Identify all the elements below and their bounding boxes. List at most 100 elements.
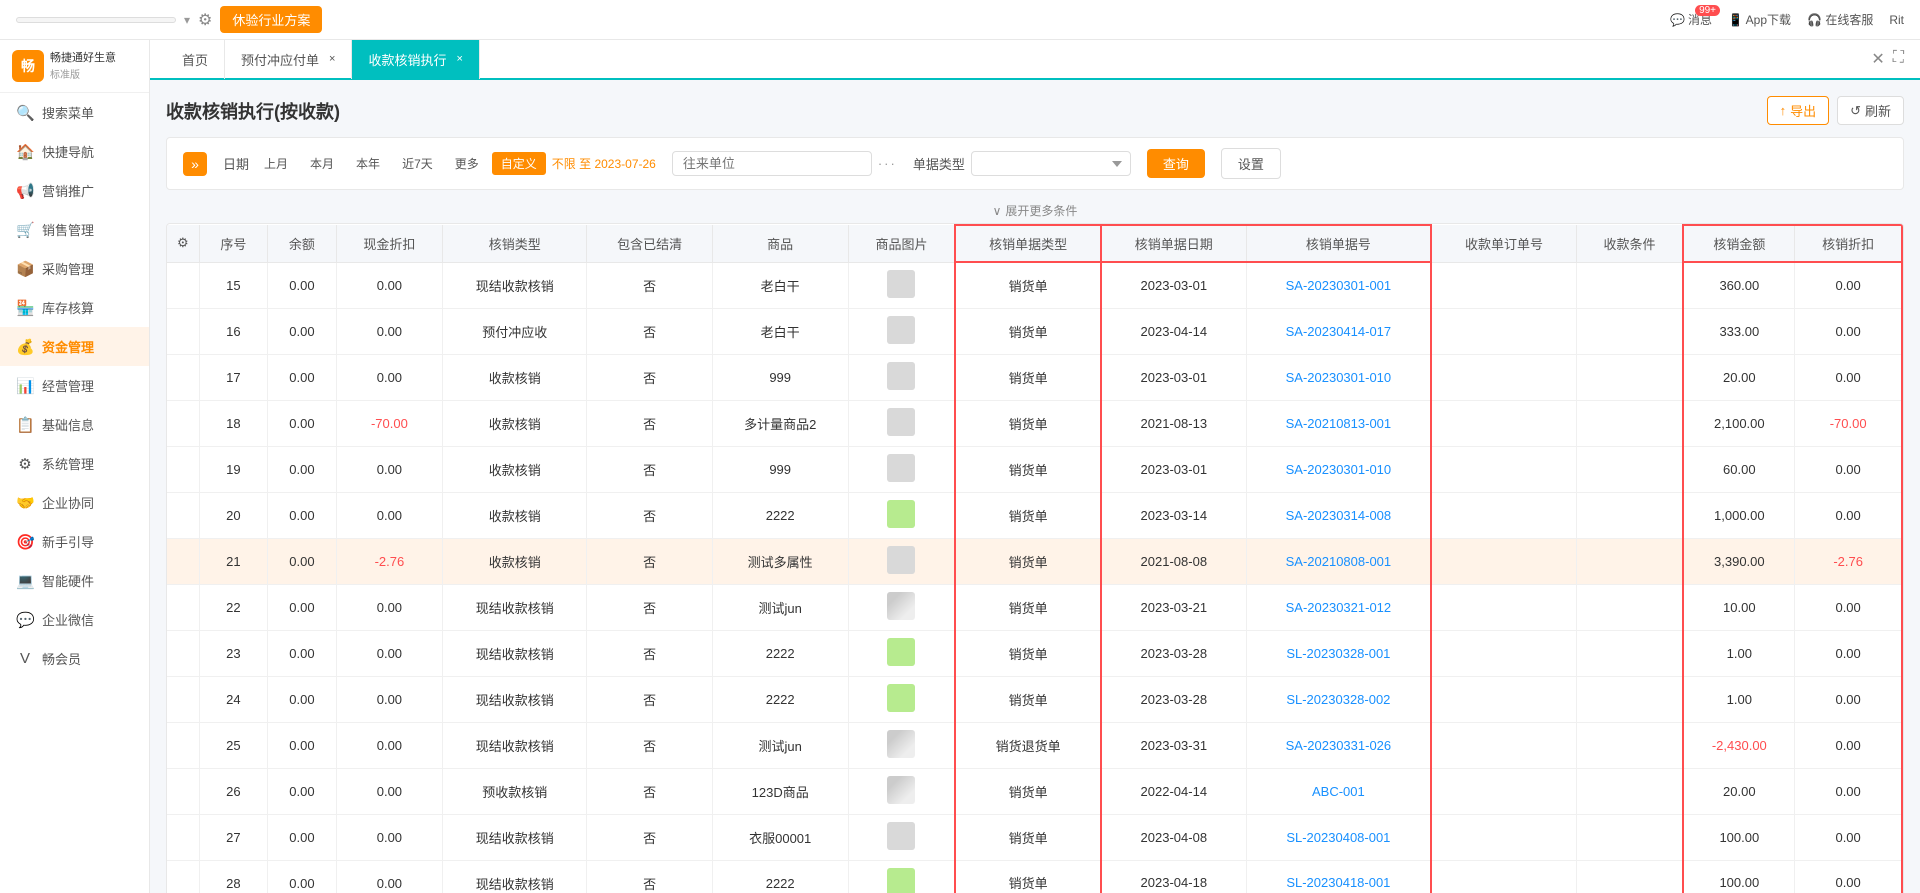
sidebar-item-10[interactable]: 🤝企业协同 bbox=[0, 483, 149, 522]
cell-receipt-condition bbox=[1576, 262, 1683, 308]
partner-input[interactable] bbox=[672, 151, 872, 176]
tab-writeoff-label: 收款核销执行 bbox=[368, 50, 446, 69]
writeoff-no-link[interactable]: SA-20230301-010 bbox=[1286, 370, 1392, 385]
writeoff-no-link[interactable]: SA-20230321-012 bbox=[1286, 600, 1392, 615]
message-btn[interactable]: 💬 消息 99+ bbox=[1670, 11, 1712, 28]
sidebar-icon-1: 🏠 bbox=[16, 143, 34, 161]
sidebar-item-6[interactable]: 💰资金管理 bbox=[0, 327, 149, 366]
sidebar-icon-0: 🔍 bbox=[16, 104, 34, 122]
sidebar-item-9[interactable]: ⚙系统管理 bbox=[0, 444, 149, 483]
cell-cash-discount: 0.00 bbox=[336, 446, 442, 492]
sidebar-item-3[interactable]: 🛒销售管理 bbox=[0, 210, 149, 249]
sidebar-icon-11: 🎯 bbox=[16, 533, 34, 551]
date-opt-more[interactable]: 更多 bbox=[446, 152, 488, 175]
writeoff-no-link[interactable]: SA-20230301-001 bbox=[1286, 278, 1392, 293]
expand-conditions-bar[interactable]: ∨ 展开更多条件 bbox=[166, 198, 1904, 223]
cell-writeoff-voucher-type: 销货单 bbox=[955, 768, 1101, 814]
industry-btn[interactable]: 休验行业方案 bbox=[220, 6, 322, 33]
cell-writeoff-discount: 0.00 bbox=[1795, 768, 1902, 814]
writeoff-no-link[interactable]: SA-20230301-010 bbox=[1286, 462, 1392, 477]
sidebar-item-12[interactable]: 💻智能硬件 bbox=[0, 561, 149, 600]
writeoff-no-link[interactable]: SA-20230414-017 bbox=[1286, 324, 1392, 339]
app-download-btn[interactable]: 📱 App下载 bbox=[1728, 11, 1791, 28]
sidebar-item-4[interactable]: 📦采购管理 bbox=[0, 249, 149, 288]
cell-balance: 0.00 bbox=[268, 308, 337, 354]
close-window-icon[interactable]: ✕ bbox=[1871, 49, 1884, 69]
table-row: 25 0.00 0.00 现结收款核销 否 测试jun 销货退货单 2023-0… bbox=[167, 722, 1902, 768]
writeoff-no-link[interactable]: SL-20230328-001 bbox=[1286, 646, 1390, 661]
table-row: 19 0.00 0.00 收款核销 否 999 销货单 2023-03-01 S… bbox=[167, 446, 1902, 492]
writeoff-no-link[interactable]: SL-20230328-002 bbox=[1286, 692, 1390, 707]
cell-writeoff-amount: 10.00 bbox=[1683, 584, 1794, 630]
product-thumbnail bbox=[887, 546, 915, 574]
writeoff-no-link[interactable]: SL-20230418-001 bbox=[1286, 875, 1390, 890]
cell-writeoff-voucher-type: 销货单 bbox=[955, 860, 1101, 893]
settings-gear-icon[interactable]: ⚙ bbox=[198, 10, 212, 30]
cell-product-img bbox=[848, 446, 955, 492]
sidebar-item-13[interactable]: 💬企业微信 bbox=[0, 600, 149, 639]
writeoff-no-link[interactable]: SA-20230314-008 bbox=[1286, 508, 1392, 523]
cell-writeoff-date: 2023-03-21 bbox=[1101, 584, 1246, 630]
tab-home[interactable]: 首页 bbox=[166, 40, 225, 79]
cell-writeoff-date: 2023-03-14 bbox=[1101, 492, 1246, 538]
cell-writeoff-amount: 360.00 bbox=[1683, 262, 1794, 308]
tab-prepay-close[interactable]: × bbox=[329, 53, 335, 65]
writeoff-no-link[interactable]: SA-20230331-026 bbox=[1286, 738, 1392, 753]
cell-writeoff-no: SA-20230301-010 bbox=[1246, 354, 1431, 400]
cell-product-img bbox=[848, 262, 955, 308]
sidebar-nav: 🔍搜索菜单🏠快捷导航📢营销推广🛒销售管理📦采购管理🏪库存核算💰资金管理📊经营管理… bbox=[0, 93, 149, 678]
date-opt-this-year[interactable]: 本年 bbox=[347, 152, 389, 175]
settings-btn[interactable]: 设置 bbox=[1221, 148, 1281, 179]
cell-balance: 0.00 bbox=[268, 262, 337, 308]
writeoff-no-link[interactable]: ABC-001 bbox=[1312, 784, 1365, 799]
date-opt-7days[interactable]: 近7天 bbox=[393, 152, 442, 175]
filter-bar: » 日期 上月 本月 本年 近7天 更多 自定义 不限 至 2023-07-26 bbox=[166, 137, 1904, 190]
cell-included-settled: 否 bbox=[587, 722, 712, 768]
writeoff-no-link[interactable]: SA-20210813-001 bbox=[1286, 416, 1392, 431]
cell-receipt-order-no bbox=[1431, 676, 1576, 722]
table-row: 23 0.00 0.00 现结收款核销 否 2222 销货单 2023-03-2… bbox=[167, 630, 1902, 676]
filter-toggle-btn[interactable]: » bbox=[183, 152, 207, 176]
tab-prepay[interactable]: 预付冲应付单 × bbox=[225, 40, 352, 79]
voucher-type-select[interactable] bbox=[971, 151, 1131, 176]
cell-writeoff-no: SA-20230314-008 bbox=[1246, 492, 1431, 538]
cell-writeoff-type: 现结收款核销 bbox=[443, 722, 587, 768]
date-opt-custom[interactable]: 自定义 bbox=[492, 152, 546, 175]
cell-writeoff-no: SA-20230301-001 bbox=[1246, 262, 1431, 308]
sidebar-item-2[interactable]: 📢营销推广 bbox=[0, 171, 149, 210]
export-btn[interactable]: ↑ 导出 bbox=[1767, 96, 1830, 125]
date-range-text: 不限 至 2023-07-26 bbox=[552, 155, 656, 172]
date-opt-last-month[interactable]: 上月 bbox=[255, 152, 297, 175]
sidebar-label-4: 采购管理 bbox=[42, 259, 94, 278]
cell-writeoff-voucher-type: 销货单 bbox=[955, 262, 1101, 308]
cell-balance: 0.00 bbox=[268, 722, 337, 768]
cell-cash-discount: 0.00 bbox=[336, 860, 442, 893]
cell-writeoff-discount: 0.00 bbox=[1795, 722, 1902, 768]
cell-writeoff-discount: -2.76 bbox=[1795, 538, 1902, 584]
refresh-btn[interactable]: ↺ 刷新 bbox=[1837, 96, 1904, 125]
sidebar-item-11[interactable]: 🎯新手引导 bbox=[0, 522, 149, 561]
user-name[interactable]: Rit bbox=[1889, 13, 1904, 27]
sidebar-item-0[interactable]: 🔍搜索菜单 bbox=[0, 93, 149, 132]
product-thumbnail bbox=[887, 592, 915, 620]
breadcrumb-search[interactable] bbox=[16, 17, 176, 23]
col-receipt-condition-header: 收款条件 bbox=[1576, 225, 1683, 262]
table-row: 28 0.00 0.00 现结收款核销 否 2222 销货单 2023-04-1… bbox=[167, 860, 1902, 893]
product-thumbnail bbox=[887, 270, 915, 298]
sidebar-item-1[interactable]: 🏠快捷导航 bbox=[0, 132, 149, 171]
cell-receipt-order-no bbox=[1431, 308, 1576, 354]
date-opt-this-month[interactable]: 本月 bbox=[301, 152, 343, 175]
online-service-btn[interactable]: 🎧 在线客服 bbox=[1807, 11, 1873, 28]
sidebar-item-5[interactable]: 🏪库存核算 bbox=[0, 288, 149, 327]
tab-writeoff-close[interactable]: × bbox=[456, 53, 462, 65]
tab-writeoff[interactable]: 收款核销执行 × bbox=[352, 40, 479, 79]
cell-cash-discount: 0.00 bbox=[336, 814, 442, 860]
sidebar-item-8[interactable]: 📋基础信息 bbox=[0, 405, 149, 444]
query-btn[interactable]: 查询 bbox=[1147, 149, 1205, 178]
cell-receipt-order-no bbox=[1431, 262, 1576, 308]
writeoff-no-link[interactable]: SA-20210808-001 bbox=[1286, 554, 1392, 569]
writeoff-no-link[interactable]: SL-20230408-001 bbox=[1286, 830, 1390, 845]
sidebar-item-7[interactable]: 📊经营管理 bbox=[0, 366, 149, 405]
expand-window-icon[interactable]: ⛶ bbox=[1893, 49, 1904, 69]
sidebar-item-14[interactable]: V畅会员 bbox=[0, 639, 149, 678]
